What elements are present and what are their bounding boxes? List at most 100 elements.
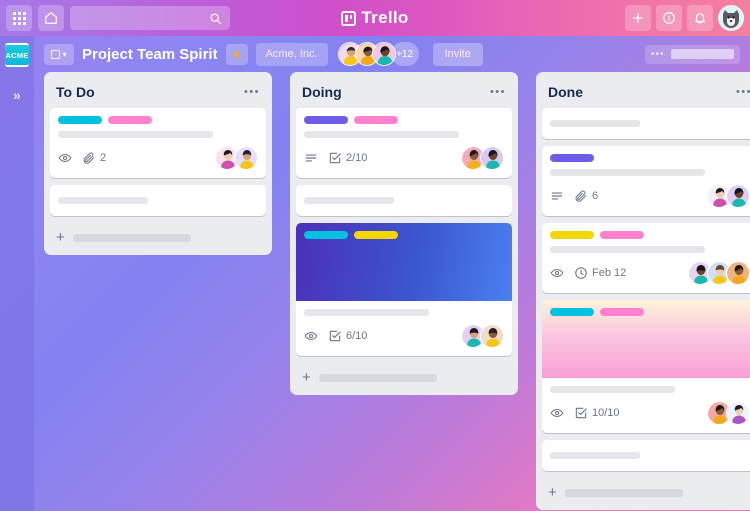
list-title: Done [548,84,583,100]
card[interactable]: Feb 12 [542,223,750,293]
label-pink[interactable] [600,308,644,316]
avatar[interactable] [480,324,504,348]
card-badges: 2/10 [304,146,504,170]
label-pink[interactable] [600,231,644,239]
account-avatar[interactable] [718,5,744,31]
card-labels [304,231,504,239]
plus-icon: + [302,369,311,386]
info-icon[interactable] [656,5,682,31]
list-header: Done ••• [542,78,750,108]
card-labels [550,308,750,316]
card-title-placeholder [304,197,394,204]
due-date-badge: Feb 12 [574,266,626,280]
card[interactable]: 2 [50,108,266,178]
card-title-placeholder [550,452,640,459]
list-title: To Do [56,84,95,100]
label-yellow[interactable] [550,231,594,239]
card[interactable] [542,108,750,139]
avatar[interactable] [371,42,396,66]
list-header: Doing ••• [296,78,512,108]
card-cover-image [542,300,750,378]
card-body: 6/10 [296,301,512,356]
attachment-count: 2 [100,152,107,164]
add-card-to-do[interactable]: + [50,223,266,249]
card[interactable]: 6/10 [296,223,512,356]
card[interactable] [50,185,266,216]
card-title-placeholder [550,246,705,253]
avatar[interactable] [480,146,504,170]
card-badges: 6 [550,184,750,208]
avatar[interactable] [726,184,750,208]
avatar[interactable] [726,401,750,425]
ellipsis-icon[interactable]: ••• [244,86,260,98]
card-labels [550,154,750,162]
card-members [707,184,750,208]
board-type-button[interactable]: ▾ [44,43,74,65]
bell-icon[interactable] [687,5,713,31]
invite-button[interactable]: Invite [432,42,483,66]
card-title-placeholder [550,169,705,176]
star-icon[interactable]: ★ [225,43,248,65]
card[interactable]: 6 [542,146,750,216]
label-cyan[interactable] [550,308,594,316]
card-labels [304,116,504,124]
search-input[interactable] [70,6,230,30]
card-cover-image [296,223,512,301]
card-title-placeholder [304,309,429,316]
due-date-text: Feb 12 [592,267,627,279]
card[interactable] [542,440,750,471]
label-yellow[interactable] [354,231,398,239]
board-header: ▾ Project Team Spirit ★ Acme, Inc. +12 I… [34,36,750,72]
ellipsis-icon[interactable]: ••• [736,86,750,98]
list-header: To Do ••• [50,78,266,108]
board-menu-button[interactable]: ••• [645,44,740,64]
add-card-placeholder [564,488,683,497]
list-to-do: To Do ••• 2 + [44,72,272,255]
card-body: 10/10 [542,378,750,433]
list-doing: Doing ••• 2/10 6/10 + [290,72,518,395]
card-badges: Feb 12 [550,261,750,285]
trello-board-app: Trello ACME » ▾ Project Team Spirit ★ Ac… [0,0,750,511]
checklist-count: 10/10 [592,407,620,419]
card-members [215,146,258,170]
attachment-badge: 6 [574,189,598,203]
grid-apps-icon[interactable] [6,5,32,31]
card-members [688,261,750,285]
avatar[interactable] [726,261,750,285]
card[interactable] [296,185,512,216]
card[interactable]: 10/10 [542,300,750,433]
card-title-placeholder [58,131,213,138]
label-purple[interactable] [304,116,348,124]
add-card-doing[interactable]: + [296,363,512,389]
card[interactable]: 2/10 [296,108,512,178]
card-title-placeholder [550,386,675,393]
workspace-logo[interactable]: ACME [5,43,29,67]
card-labels [550,231,750,239]
label-purple[interactable] [550,154,594,162]
card-badges: 6/10 [304,324,504,348]
ellipsis-icon[interactable]: ••• [490,86,506,98]
label-pink[interactable] [354,116,398,124]
ellipsis-icon: ••• [651,48,665,60]
add-card-done[interactable]: + [542,478,750,504]
card-members [461,324,504,348]
label-cyan[interactable] [304,231,348,239]
label-pink[interactable] [108,116,152,124]
organization-chip[interactable]: Acme, Inc. [255,42,328,66]
plus-icon[interactable] [625,5,651,31]
label-cyan[interactable] [58,116,102,124]
card-badges: 10/10 [550,401,750,425]
board-menu-placeholder [670,49,734,59]
plus-icon: + [56,229,65,246]
attachment-badge: 2 [82,151,106,165]
chevron-double-right-icon[interactable]: » [0,87,34,103]
board-members: +12 [337,42,419,66]
eye-icon [58,151,72,165]
trello-mark-icon [341,10,357,26]
card-labels [58,116,258,124]
page-title: Project Team Spirit [82,45,218,63]
avatar[interactable] [234,146,258,170]
plus-icon: + [548,484,557,501]
home-icon[interactable] [38,5,64,31]
card-members [707,401,750,425]
